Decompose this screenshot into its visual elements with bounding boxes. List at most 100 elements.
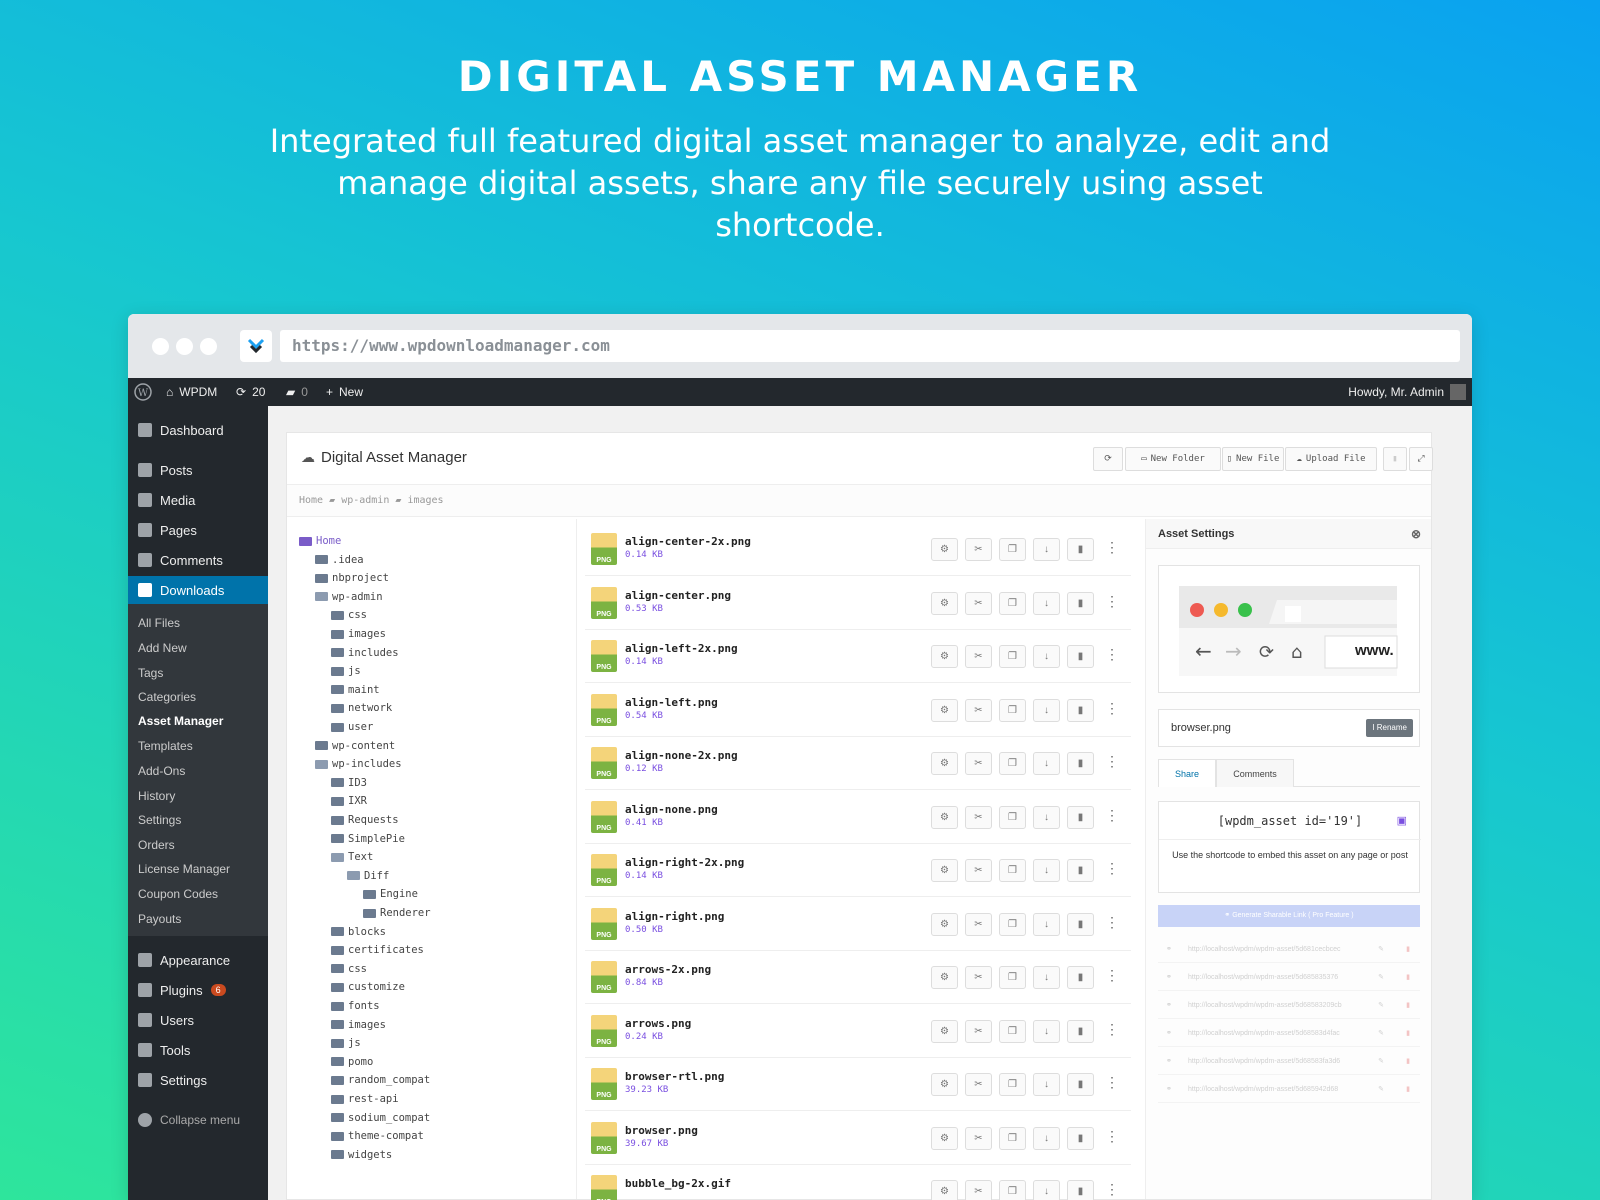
file-row[interactable]: PNG align-left.png 0.54 KB ⚙ ✂ ❐ ↓ ▮ ⋮ — [585, 684, 1131, 737]
shared-link-url[interactable]: http://localhost/wpdm/wpdm-asset/5d68594… — [1188, 1086, 1338, 1093]
tree-node[interactable]: wp-includes — [315, 756, 402, 772]
submenu-item-add-new[interactable]: Add New — [138, 641, 187, 655]
cut-button[interactable]: ✂ — [965, 859, 992, 882]
cut-button[interactable]: ✂ — [965, 912, 992, 936]
breadcrumb-item[interactable]: images — [407, 495, 443, 506]
shortcode-text[interactable]: [wpdm_asset id='19'] — [1159, 802, 1421, 840]
settings-button[interactable]: ⚙ — [931, 805, 958, 829]
more-options-icon[interactable]: ⋮ — [1105, 1128, 1119, 1145]
more-options-icon[interactable]: ⋮ — [1105, 860, 1119, 877]
sidebar-item-media[interactable]: Media — [128, 486, 268, 514]
file-row[interactable]: PNG align-center-2x.png 0.14 KB ⚙ ✂ ❐ ↓ ▮ ⋮ — [585, 523, 1131, 576]
tree-node[interactable]: SimplePie — [331, 831, 405, 847]
shared-link-url[interactable]: http://localhost/wpdm/wpdm-asset/5d68583… — [1188, 1030, 1340, 1037]
download-button[interactable]: ↓ — [1033, 805, 1060, 829]
sidebar-item-pages[interactable]: Pages — [128, 516, 268, 544]
tree-node[interactable]: wp-admin — [315, 589, 383, 605]
wordpress-logo-icon[interactable]: W — [134, 378, 152, 406]
delete-button[interactable]: ▮ — [1067, 966, 1094, 989]
copy-button[interactable]: ❐ — [999, 645, 1026, 668]
sidebar-item-appearance[interactable]: Appearance — [128, 946, 268, 974]
tree-node[interactable]: .idea — [315, 552, 364, 568]
comments-link[interactable]: ▰ 0 — [286, 378, 308, 406]
edit-icon[interactable]: ✎ — [1378, 965, 1384, 991]
file-row[interactable]: PNG browser-rtl.png 39.23 KB ⚙ ✂ ❐ ↓ ▮ ⋮ — [585, 1058, 1131, 1111]
delete-button[interactable]: ▮ — [1067, 698, 1094, 722]
file-name[interactable]: align-left-2x.png — [625, 642, 738, 655]
sidebar-item-users[interactable]: Users — [128, 1006, 268, 1034]
tree-node[interactable]: pomo — [331, 1054, 373, 1070]
tree-node[interactable]: images — [331, 626, 386, 642]
fullscreen-button[interactable]: ⤢ — [1409, 447, 1433, 471]
file-name[interactable]: browser-rtl.png — [625, 1070, 724, 1083]
generate-link-button[interactable]: ⚭ Generate Sharable Link ( Pro Feature ) — [1158, 905, 1420, 927]
delete-button[interactable]: ▮ — [1067, 1126, 1094, 1150]
tree-node[interactable]: Diff — [347, 868, 389, 884]
submenu-item-categories[interactable]: Categories — [138, 690, 196, 704]
cut-button[interactable]: ✂ — [965, 805, 992, 829]
trash-icon[interactable]: ▮ — [1406, 993, 1410, 1019]
cut-button[interactable]: ✂ — [965, 1180, 992, 1200]
filename-field[interactable]: browser.png I Rename — [1158, 709, 1420, 747]
edit-icon[interactable]: ✎ — [1378, 1021, 1384, 1047]
download-button[interactable]: ↓ — [1033, 966, 1060, 989]
tree-node[interactable]: images — [331, 1017, 386, 1033]
trash-icon[interactable]: ▮ — [1406, 965, 1410, 991]
trash-icon[interactable]: ▮ — [1406, 1049, 1410, 1075]
file-name[interactable]: align-right-2x.png — [625, 856, 744, 869]
submenu-item-history[interactable]: History — [138, 789, 175, 803]
download-button[interactable]: ↓ — [1033, 752, 1060, 775]
file-name[interactable]: align-center.png — [625, 589, 731, 602]
download-button[interactable]: ↓ — [1033, 1019, 1060, 1043]
copy-button[interactable]: ❐ — [999, 1019, 1026, 1043]
tree-node[interactable]: maint — [331, 682, 380, 698]
tree-node[interactable]: nbproject — [315, 570, 389, 586]
more-options-icon[interactable]: ⋮ — [1105, 1181, 1119, 1198]
file-row[interactable]: PNG align-none.png 0.41 KB ⚙ ✂ ❐ ↓ ▮ ⋮ — [585, 791, 1131, 844]
download-button[interactable]: ↓ — [1033, 859, 1060, 882]
file-row[interactable]: PNG bubble_bg-2x.gif ⚙ ✂ ❐ ↓ ▮ ⋮ — [585, 1165, 1131, 1200]
copy-button[interactable]: ❐ — [999, 912, 1026, 936]
file-row[interactable]: PNG browser.png 39.67 KB ⚙ ✂ ❐ ↓ ▮ ⋮ — [585, 1112, 1131, 1165]
tree-node[interactable]: customize — [331, 979, 405, 995]
new-folder-button[interactable]: ▭ New Folder — [1125, 447, 1221, 471]
copy-button[interactable]: ❐ — [999, 752, 1026, 775]
breadcrumb-item[interactable]: wp-admin — [341, 495, 389, 506]
settings-button[interactable]: ⚙ — [931, 859, 958, 882]
delete-button[interactable]: ▮ — [1067, 1180, 1094, 1200]
tree-node[interactable]: includes — [331, 645, 399, 661]
tab-share[interactable]: Share — [1158, 759, 1216, 787]
tree-node[interactable]: network — [331, 700, 392, 716]
cut-button[interactable]: ✂ — [965, 1019, 992, 1043]
settings-button[interactable]: ⚙ — [931, 752, 958, 775]
file-name[interactable]: align-right.png — [625, 910, 724, 923]
refresh-button[interactable]: ⟳ — [1093, 447, 1123, 471]
delete-button[interactable]: ▮ — [1067, 591, 1094, 615]
tree-node[interactable]: css — [331, 961, 367, 977]
copy-button[interactable]: ❐ — [999, 1073, 1026, 1096]
delete-button[interactable]: ▮ — [1067, 1073, 1094, 1096]
more-options-icon[interactable]: ⋮ — [1105, 539, 1119, 556]
more-options-icon[interactable]: ⋮ — [1105, 646, 1119, 663]
delete-button[interactable]: ▮ — [1067, 645, 1094, 668]
cut-button[interactable]: ✂ — [965, 538, 992, 561]
shared-link-url[interactable]: http://localhost/wpdm/wpdm-asset/5d68583… — [1188, 1058, 1340, 1065]
edit-icon[interactable]: ✎ — [1378, 937, 1384, 963]
file-name[interactable]: arrows.png — [625, 1017, 691, 1030]
sidebar-item-plugins[interactable]: Plugins 6 — [128, 976, 268, 1004]
tree-node[interactable]: Text — [331, 849, 373, 865]
tree-node[interactable]: random_compat — [331, 1072, 430, 1088]
copy-button[interactable]: ❐ — [999, 966, 1026, 989]
cut-button[interactable]: ✂ — [965, 1126, 992, 1150]
sidebar-item-downloads[interactable]: Downloads — [128, 576, 268, 604]
copy-button[interactable]: ❐ — [999, 698, 1026, 722]
delete-button[interactable]: ▮ — [1067, 538, 1094, 561]
sidebar-item-dashboard[interactable]: Dashboard — [128, 416, 268, 444]
tab-comments[interactable]: Comments — [1216, 759, 1294, 787]
upload-file-button[interactable]: ☁ Upload File — [1285, 447, 1377, 471]
settings-button[interactable]: ⚙ — [931, 645, 958, 668]
close-icon[interactable]: ⊗ — [1411, 519, 1421, 549]
submenu-item-templates[interactable]: Templates — [138, 739, 193, 753]
tree-node[interactable]: sodium_compat — [331, 1110, 430, 1126]
download-button[interactable]: ↓ — [1033, 1180, 1060, 1200]
